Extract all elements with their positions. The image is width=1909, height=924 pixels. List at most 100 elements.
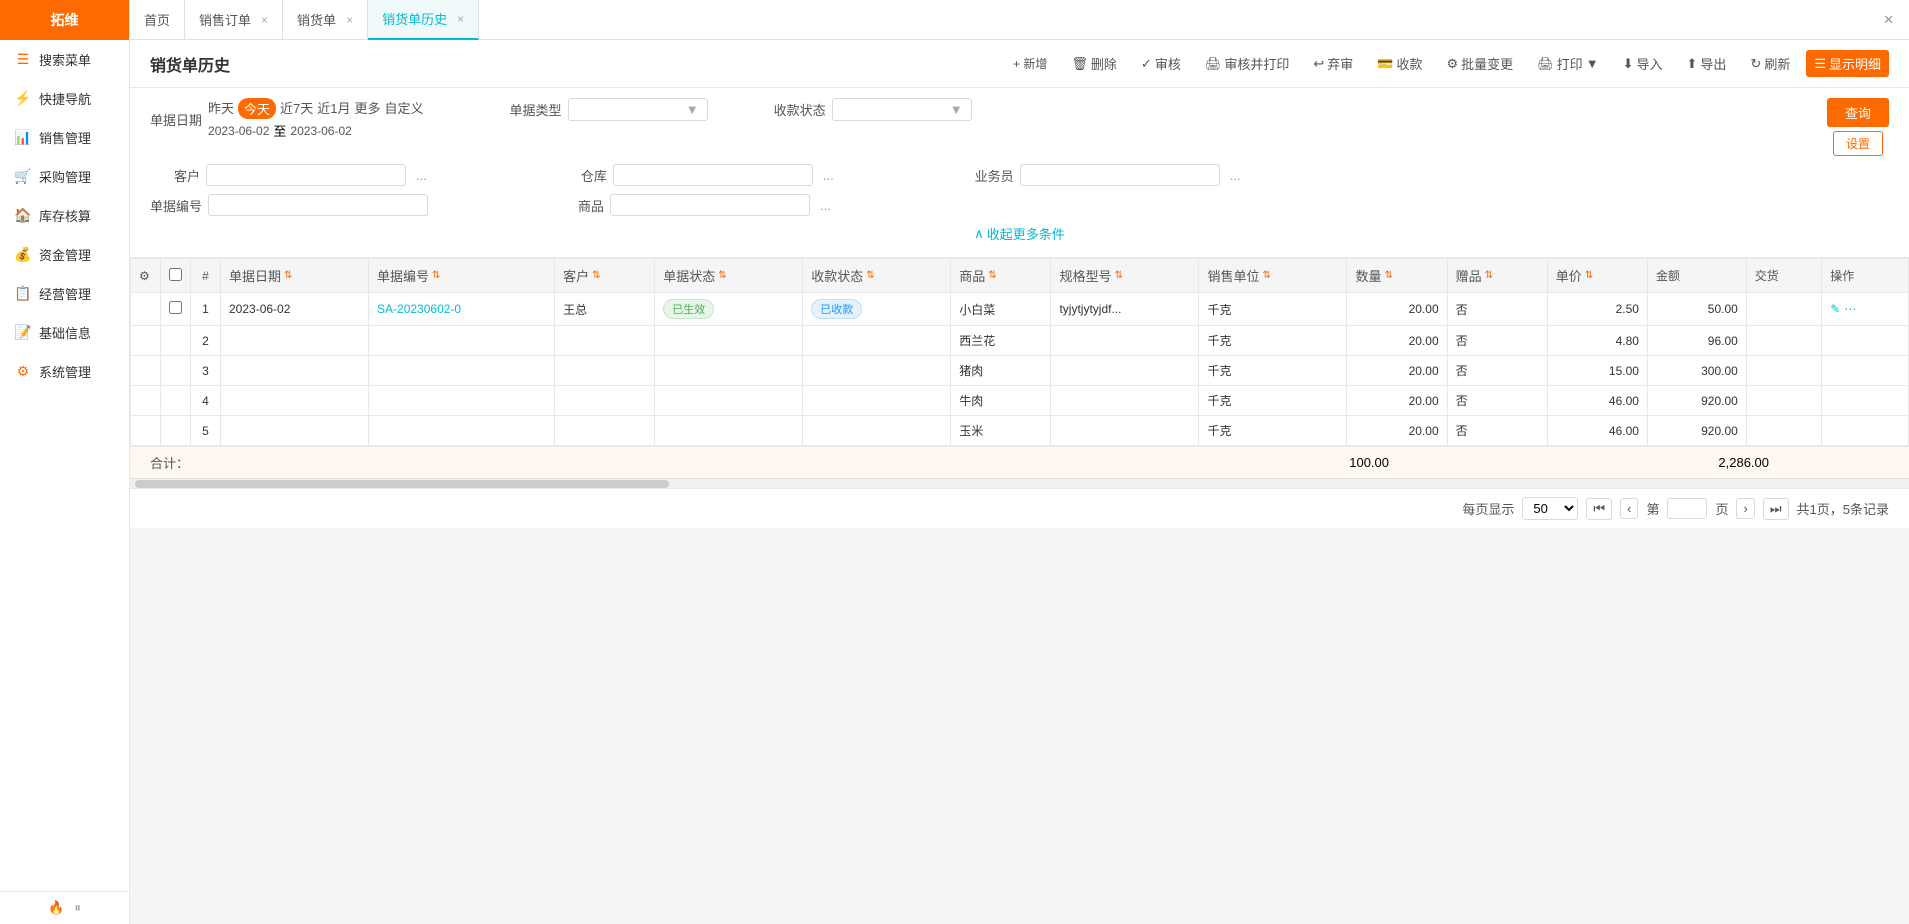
td-checkbox[interactable]: [161, 386, 191, 416]
warehouse-ellipsis[interactable]: ...: [819, 166, 838, 185]
th-spec[interactable]: 规格型号⇅: [1051, 259, 1199, 293]
sidebar-item-sys-mgmt[interactable]: ⚙ 系统管理: [0, 352, 129, 391]
export-button[interactable]: ⬆ 导出: [1678, 50, 1734, 77]
row-checkbox[interactable]: [169, 301, 182, 314]
date-from[interactable]: 2023-06-02: [208, 124, 269, 138]
td-price: 2.50: [1547, 293, 1647, 326]
audit-print-button[interactable]: 🖨 审核并打印: [1197, 50, 1298, 77]
td-date: 2023-06-02: [221, 293, 369, 326]
shortcut-yesterday[interactable]: 昨天: [208, 98, 234, 119]
audit-button[interactable]: ✓ 审核: [1133, 50, 1189, 77]
shortcut-custom[interactable]: 自定义: [385, 98, 424, 119]
goods-input[interactable]: [610, 194, 810, 216]
payment-status-select[interactable]: ▼: [832, 98, 972, 121]
show-detail-button[interactable]: ☰ 显示明细: [1806, 50, 1889, 77]
next-page-btn[interactable]: ›: [1736, 498, 1754, 519]
more-btn[interactable]: ⋯: [1844, 302, 1856, 316]
td-checkbox[interactable]: [161, 293, 191, 326]
prev-page-btn[interactable]: ‹: [1620, 498, 1638, 519]
customer-input[interactable]: [206, 164, 406, 186]
tab-sales-goods[interactable]: 销货单 ×: [283, 0, 368, 40]
tab-sales-goods-close[interactable]: ×: [346, 13, 353, 27]
footer-total-qty: 100.00: [1309, 455, 1389, 470]
footer-total-label: 合计：: [150, 453, 230, 472]
doc-type-select[interactable]: ▼: [568, 98, 708, 121]
sidebar-item-finance[interactable]: 💰 资金管理: [0, 235, 129, 274]
per-page-select[interactable]: 50 20 100: [1522, 497, 1578, 520]
tab-sales-order-close[interactable]: ×: [261, 13, 268, 27]
first-page-btn[interactable]: ⏮: [1586, 498, 1612, 520]
td-price: 4.80: [1547, 326, 1647, 356]
import-button[interactable]: ⬇ 导入: [1615, 50, 1671, 77]
th-price[interactable]: 单价⇅: [1547, 259, 1647, 293]
print-button[interactable]: 🖨 打印 ▼: [1529, 50, 1606, 77]
collapse-button[interactable]: ∧ 收起更多条件: [974, 224, 1065, 243]
sidebar-item-purchase-mgmt[interactable]: 🛒 采购管理: [0, 157, 129, 196]
gift-sort-icon: ⇅: [1485, 270, 1493, 281]
shortcut-7days[interactable]: 近7天: [280, 98, 313, 119]
settings-button[interactable]: 设置: [1833, 131, 1883, 156]
shortcut-more[interactable]: 更多: [355, 98, 381, 119]
th-customer[interactable]: 客户⇅: [555, 259, 655, 293]
th-doc-status[interactable]: 单据状态⇅: [655, 259, 803, 293]
shortcut-1month[interactable]: 近1月: [317, 98, 350, 119]
td-checkbox[interactable]: [161, 416, 191, 446]
abandon-button[interactable]: ↩ 弃审: [1305, 50, 1361, 77]
td-doc-no[interactable]: SA-20230602-0: [369, 293, 555, 326]
select-all-checkbox[interactable]: [169, 268, 182, 281]
sidebar-item-sales-mgmt[interactable]: 📊 销售管理: [0, 118, 129, 157]
detail-icon: ☰: [1814, 56, 1826, 72]
warehouse-input[interactable]: [613, 164, 813, 186]
tab-sales-order[interactable]: 销售订单 ×: [185, 0, 283, 40]
th-gift[interactable]: 赠品⇅: [1447, 259, 1547, 293]
goods-ellipsis[interactable]: ...: [816, 196, 835, 215]
salesperson-input[interactable]: [1020, 164, 1220, 186]
edit-btn[interactable]: ✎: [1830, 302, 1840, 316]
th-checkbox[interactable]: [161, 259, 191, 293]
td-spec: [1051, 416, 1199, 446]
th-goods[interactable]: 商品⇅: [951, 259, 1051, 293]
pagination: 每页显示 50 20 100 ⏮ ‹ 第 1 页 › ⏭ 共1页，5条记录: [130, 488, 1909, 528]
doc-no-input[interactable]: [208, 194, 428, 216]
sidebar-item-operations[interactable]: 📋 经营管理: [0, 274, 129, 313]
date-to[interactable]: 2023-06-02: [290, 124, 351, 138]
td-gift: 否: [1447, 293, 1547, 326]
tab-sales-history[interactable]: 销货单历史 ×: [368, 0, 479, 40]
th-settings[interactable]: ⚙: [131, 259, 161, 293]
td-qty: 20.00: [1347, 293, 1447, 326]
sidebar-item-base-info[interactable]: 📝 基础信息: [0, 313, 129, 352]
doc-type-label: 单据类型: [510, 100, 562, 119]
shortcut-today[interactable]: 今天: [238, 98, 276, 119]
collect-button[interactable]: 💳 收款: [1369, 50, 1430, 77]
tab-sales-history-close[interactable]: ×: [457, 12, 464, 26]
sidebar-item-inventory[interactable]: 🏠 库存核算: [0, 196, 129, 235]
td-rownum: 1: [191, 293, 221, 326]
sales-icon: 📊: [15, 130, 31, 146]
tab-home[interactable]: 首页: [130, 0, 185, 40]
scroll-bar-area[interactable]: [130, 478, 1909, 488]
page-input[interactable]: 1: [1667, 498, 1707, 519]
th-unit[interactable]: 销售单位⇅: [1199, 259, 1347, 293]
sidebar-item-search-menu[interactable]: ☰ 搜索菜单: [0, 40, 129, 79]
salesperson-ellipsis[interactable]: ...: [1226, 166, 1245, 185]
sidebar-fire-icon[interactable]: 🔥: [48, 900, 64, 916]
refresh-button[interactable]: ↻ 刷新: [1742, 50, 1798, 77]
td-checkbox[interactable]: [161, 326, 191, 356]
batch-change-button[interactable]: ⚙ 批量变更: [1438, 50, 1521, 77]
delete-button[interactable]: 🗑 删除: [1063, 50, 1125, 77]
new-button[interactable]: + 新增: [1005, 51, 1055, 76]
last-page-btn[interactable]: ⏭: [1763, 498, 1789, 520]
th-date[interactable]: 单据日期⇅: [221, 259, 369, 293]
delete-icon: 🗑: [1071, 56, 1088, 72]
td-doc-no: [369, 326, 555, 356]
th-doc-no[interactable]: 单据编号⇅: [369, 259, 555, 293]
td-checkbox[interactable]: [161, 356, 191, 386]
window-close-btn[interactable]: ✕: [1883, 12, 1909, 28]
sidebar-pause-icon[interactable]: ⏸: [74, 900, 81, 916]
th-qty[interactable]: 数量⇅: [1347, 259, 1447, 293]
payment-status-label: 收款状态: [774, 100, 826, 119]
customer-ellipsis[interactable]: ...: [412, 166, 431, 185]
th-payment-status[interactable]: 收款状态⇅: [803, 259, 951, 293]
sidebar-item-quick-nav[interactable]: ⚡ 快捷导航: [0, 79, 129, 118]
query-button[interactable]: 查询: [1827, 98, 1889, 127]
